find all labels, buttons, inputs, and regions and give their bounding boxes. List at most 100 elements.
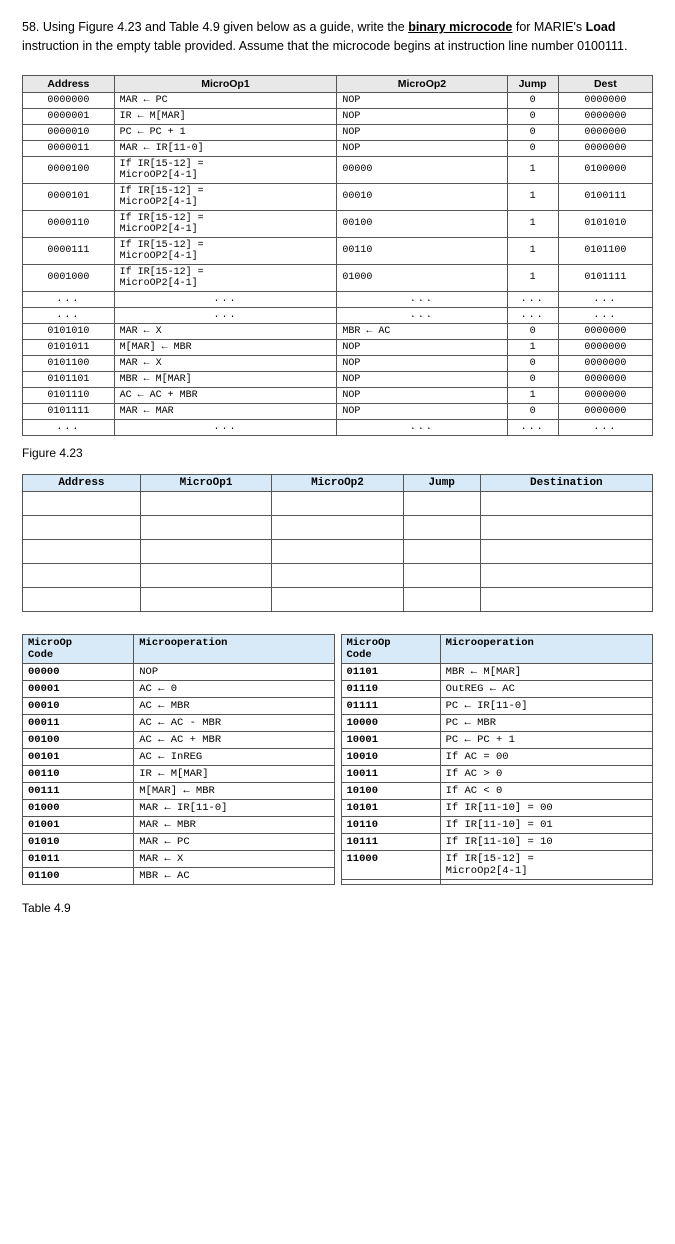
table-cell: 01000 — [23, 799, 134, 816]
table-cell: ... — [507, 419, 558, 435]
col-header-dest: Dest — [558, 75, 652, 92]
table-cell: MAR ← IR[11-0] — [114, 140, 337, 156]
answer-cell[interactable] — [23, 491, 141, 515]
table-cell: M[MAR] ← MBR — [134, 782, 334, 799]
table-cell: ... — [507, 291, 558, 307]
table-cell: MAR ← MBR — [134, 816, 334, 833]
table-row: 0000000MAR ← PCNOP00000000 — [23, 92, 653, 108]
table-cell: 01110 — [341, 680, 440, 697]
list-item: 11000If IR[15-12] = MicroOp2[4-1] — [341, 850, 653, 879]
table-cell: 01010 — [23, 833, 134, 850]
answer-cell[interactable] — [480, 539, 652, 563]
answer-cell[interactable] — [480, 515, 652, 539]
table-row: 0101100MAR ← XNOP00000000 — [23, 355, 653, 371]
table-cell: 10100 — [341, 782, 440, 799]
table-cell: AC ← AC + MBR — [114, 387, 337, 403]
table-cell: 0 — [507, 92, 558, 108]
table-cell: ... — [114, 291, 337, 307]
answer-cell[interactable] — [403, 515, 480, 539]
table-cell: NOP — [337, 387, 507, 403]
table-cell: PC ← MBR — [440, 714, 652, 731]
answer-cell[interactable] — [140, 539, 271, 563]
answer-cell[interactable] — [140, 491, 271, 515]
answer-cell[interactable] — [140, 587, 271, 611]
question-term2: Load — [586, 20, 616, 34]
table49-caption: Table 4.9 — [22, 901, 653, 915]
answer-cell[interactable] — [140, 563, 271, 587]
table-cell: MBR ← AC — [337, 323, 507, 339]
table-cell: If IR[11-10] = 00 — [440, 799, 652, 816]
table-cell: 11000 — [341, 850, 440, 879]
table-cell: 00101 — [23, 748, 134, 765]
table-cell: 0000000 — [558, 124, 652, 140]
table-cell: NOP — [337, 108, 507, 124]
table-cell: PC ← PC + 1 — [440, 731, 652, 748]
table-cell: 00011 — [23, 714, 134, 731]
table-cell: If AC = 00 — [440, 748, 652, 765]
list-item: 01000MAR ← IR[11-0] — [23, 799, 335, 816]
table-cell: 0000101 — [23, 183, 115, 210]
table-cell: 0000000 — [23, 92, 115, 108]
table-cell: ... — [23, 307, 115, 323]
table-row: 0101011M[MAR] ← MBRNOP10000000 — [23, 339, 653, 355]
col-header-jump: Jump — [507, 75, 558, 92]
answer-cell[interactable] — [23, 563, 141, 587]
table-cell: If AC > 0 — [440, 765, 652, 782]
table-cell: If IR[15-12] = MicroOP2[4-1] — [114, 210, 337, 237]
answer-cell[interactable] — [403, 563, 480, 587]
list-item: 01110OutREG ← AC — [341, 680, 653, 697]
answer-cell[interactable] — [480, 563, 652, 587]
question-text: 58. Using Figure 4.23 and Table 4.9 give… — [22, 18, 653, 57]
table-cell: 0000000 — [558, 92, 652, 108]
question-text3: for MARIE's — [512, 20, 585, 34]
answer-cell[interactable] — [23, 515, 141, 539]
table-row: 0101111MAR ← MARNOP00000000 — [23, 403, 653, 419]
answer-cell[interactable] — [272, 563, 403, 587]
table-cell: 0000111 — [23, 237, 115, 264]
answer-cell[interactable] — [480, 587, 652, 611]
list-item: 01010MAR ← PC — [23, 833, 335, 850]
table-row: 0000100If IR[15-12] = MicroOP2[4-1]00000… — [23, 156, 653, 183]
answer-cell[interactable] — [403, 587, 480, 611]
table-cell: MBR ← M[MAR] — [114, 371, 337, 387]
answer-cell[interactable] — [272, 491, 403, 515]
answer-row[interactable] — [23, 563, 653, 587]
table-cell: 00010 — [23, 697, 134, 714]
answer-row[interactable] — [23, 515, 653, 539]
answer-row[interactable] — [23, 539, 653, 563]
answer-cell[interactable] — [140, 515, 271, 539]
table-cell: 1 — [507, 156, 558, 183]
answer-cell[interactable] — [272, 587, 403, 611]
answer-row[interactable] — [23, 491, 653, 515]
answer-cell[interactable] — [272, 539, 403, 563]
answer-cell[interactable] — [403, 539, 480, 563]
answer-row[interactable] — [23, 587, 653, 611]
answer-cell[interactable] — [403, 491, 480, 515]
answer-cell[interactable] — [272, 515, 403, 539]
list-item: 10100If AC < 0 — [341, 782, 653, 799]
list-item: 10110If IR[11-10] = 01 — [341, 816, 653, 833]
table-cell: 0 — [507, 124, 558, 140]
table-cell: ... — [23, 291, 115, 307]
table-cell: 1 — [507, 387, 558, 403]
answer-cell[interactable] — [23, 539, 141, 563]
table-cell: NOP — [134, 663, 334, 680]
table-row: ............... — [23, 307, 653, 323]
table-cell: 0 — [507, 323, 558, 339]
list-item: 10101If IR[11-10] = 00 — [341, 799, 653, 816]
answer-cell[interactable] — [480, 491, 652, 515]
table-cell: ... — [558, 291, 652, 307]
list-item: 10010If AC = 00 — [341, 748, 653, 765]
table-cell: ... — [337, 419, 507, 435]
table-cell: 10000 — [341, 714, 440, 731]
table-cell: 0101100 — [23, 355, 115, 371]
table-cell: 0000000 — [558, 387, 652, 403]
table-row: 0000011MAR ← IR[11-0]NOP00000000 — [23, 140, 653, 156]
table-cell: 0000110 — [23, 210, 115, 237]
table-cell: 0 — [507, 403, 558, 419]
col-header-address: Address — [23, 75, 115, 92]
answer-cell[interactable] — [23, 587, 141, 611]
list-item: 10011If AC > 0 — [341, 765, 653, 782]
list-item: 10001PC ← PC + 1 — [341, 731, 653, 748]
question-text1: Using Figure 4.23 and Table 4.9 given — [39, 20, 256, 34]
